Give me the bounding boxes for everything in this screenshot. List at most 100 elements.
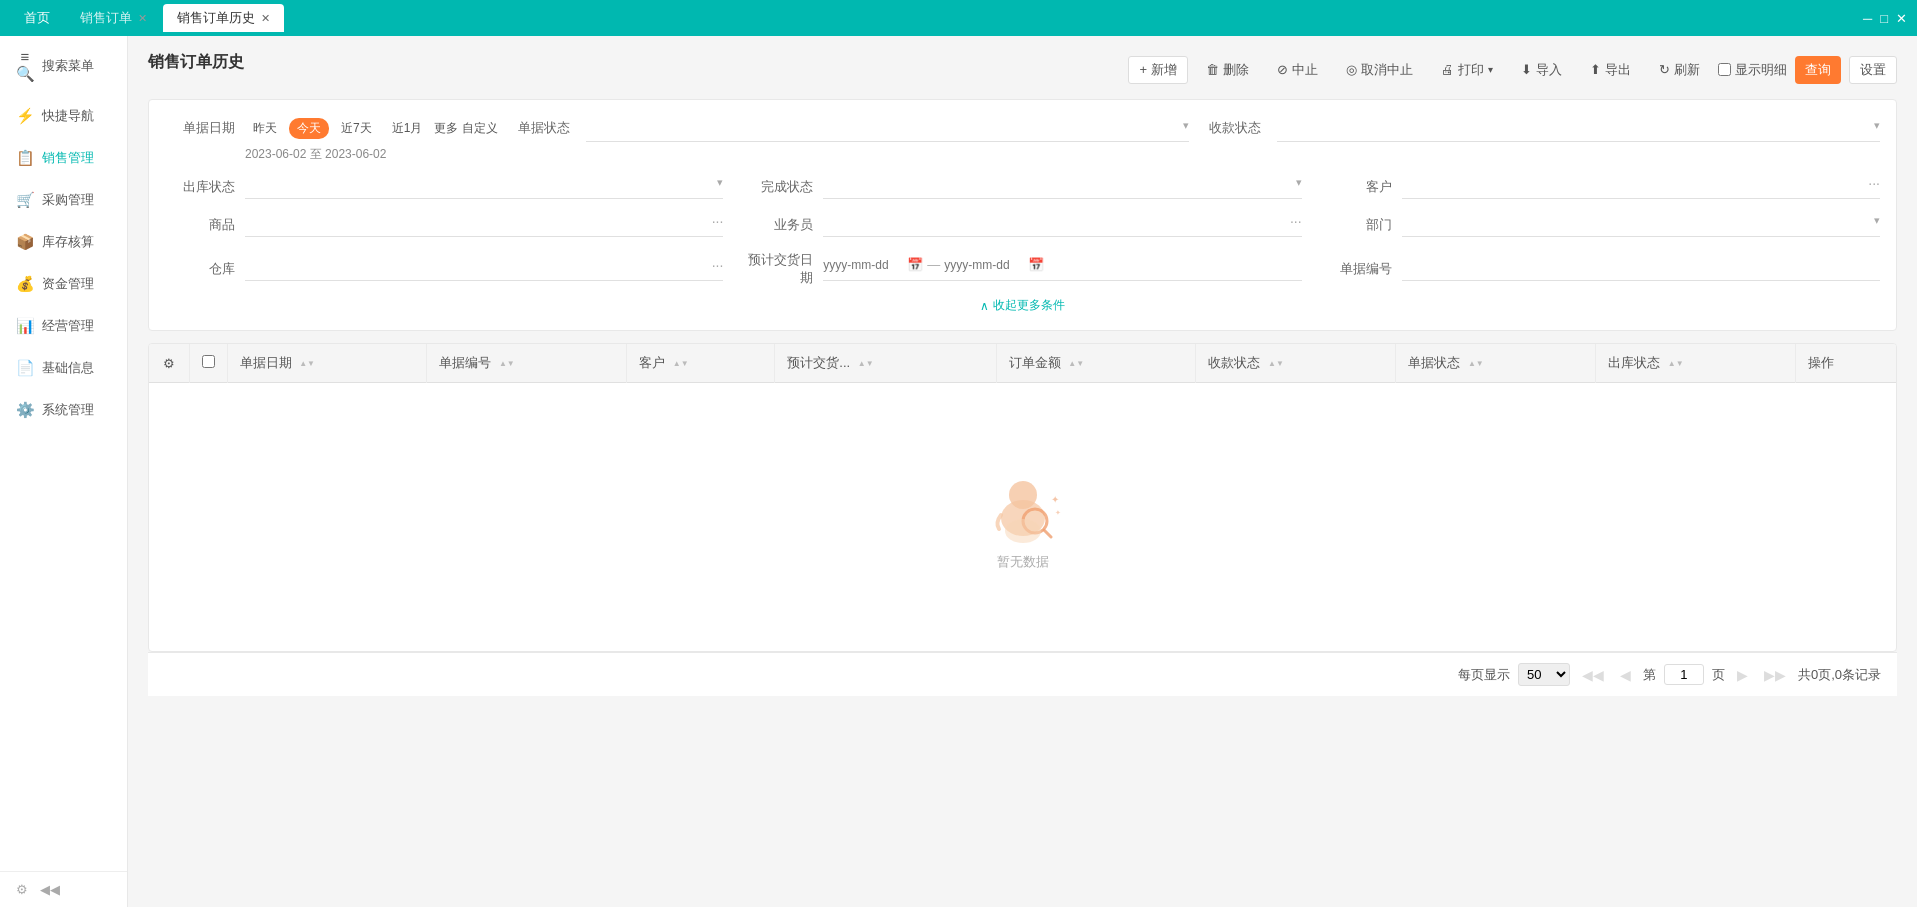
import-button[interactable]: ⬇ 导入 [1511, 56, 1572, 84]
page-input[interactable] [1664, 664, 1704, 685]
product-value[interactable]: ··· [245, 209, 723, 237]
table-body: ✦ ✦ 暂无数据 [149, 383, 1896, 652]
sidebar-collapse-icon[interactable]: ◀◀ [40, 882, 60, 897]
th-number[interactable]: 单据编号 ▲▼ [427, 344, 627, 383]
new-button[interactable]: + 新增 [1128, 56, 1188, 84]
warehouse-value[interactable]: ··· [245, 253, 723, 281]
order-number-label: 单据编号 [1322, 256, 1402, 278]
delivery-status-dropdown-icon: ▾ [717, 176, 723, 189]
sidebar-item-base-info[interactable]: 📄 基础信息 [0, 347, 127, 389]
sidebar-item-search[interactable]: ≡🔍 搜索菜单 [0, 36, 127, 95]
query-button[interactable]: 查询 [1795, 56, 1841, 84]
delivery-status-value[interactable]: ▾ [245, 171, 723, 199]
customer-value[interactable]: ··· [1402, 171, 1880, 199]
sidebar-item-system[interactable]: ⚙️ 系统管理 [0, 389, 127, 431]
expected-date-end[interactable] [944, 258, 1024, 272]
stop-button[interactable]: ⊘ 中止 [1267, 56, 1328, 84]
settings-button[interactable]: 设置 [1849, 56, 1897, 84]
th-order-status[interactable]: 单据状态 ▲▼ [1396, 344, 1596, 383]
expected-date-sort-icon: ▲▼ [858, 359, 874, 368]
minimize-icon[interactable]: ─ [1863, 11, 1872, 26]
order-status-value[interactable]: ▾ [586, 114, 1189, 142]
th-settings[interactable]: ⚙ [149, 344, 189, 383]
display-checkbox[interactable] [1718, 63, 1731, 76]
order-number-value[interactable] [1402, 253, 1880, 281]
delete-icon: 🗑 [1206, 62, 1219, 77]
calendar-end-icon[interactable]: 📅 [1028, 257, 1044, 272]
salesperson-value[interactable]: ··· [823, 209, 1301, 237]
complete-status-dropdown-icon: ▾ [1296, 176, 1302, 189]
close-sales-order-tab[interactable]: ✕ [138, 12, 147, 25]
warehouse-label: 仓库 [165, 256, 245, 278]
cancel-stop-button[interactable]: ◎ 取消中止 [1336, 56, 1423, 84]
export-button[interactable]: ⬆ 导出 [1580, 56, 1641, 84]
first-page-button[interactable]: ◀◀ [1578, 665, 1608, 685]
complete-status-value[interactable]: ▾ [823, 171, 1301, 199]
last-page-button[interactable]: ▶▶ [1760, 665, 1790, 685]
column-settings-icon[interactable]: ⚙ [163, 356, 175, 371]
date-yesterday[interactable]: 昨天 [245, 118, 285, 139]
warehouse-ellipsis-icon[interactable]: ··· [712, 257, 724, 273]
inventory-icon: 📦 [16, 233, 34, 251]
date-custom[interactable]: 自定义 [462, 120, 498, 137]
maximize-icon[interactable]: □ [1880, 11, 1888, 26]
payment-status-dropdown-icon: ▾ [1874, 119, 1880, 132]
content-area: 销售订单历史 + 新增 🗑 🗑 删除 删除 ⊘ 中止 ◎ 取消中止 [128, 36, 1917, 907]
prev-page-button[interactable]: ◀ [1616, 665, 1635, 685]
expected-date-start[interactable] [823, 258, 903, 272]
date-more[interactable]: 更多 [434, 120, 458, 137]
th-expected-date[interactable]: 预计交货... ▲▼ [775, 344, 996, 383]
display-toggle[interactable]: 显示明细 [1718, 61, 1787, 79]
calendar-start-icon[interactable]: 📅 [907, 257, 923, 272]
sidebar-item-finance[interactable]: 💰 资金管理 [0, 263, 127, 305]
collapse-bar[interactable]: ∧ 收起更多条件 [165, 293, 1880, 316]
sidebar-settings-icon[interactable]: ⚙ [16, 882, 28, 897]
department-value[interactable]: ▾ [1402, 209, 1880, 237]
close-window-icon[interactable]: ✕ [1896, 11, 1907, 26]
quick-nav-icon: ⚡ [16, 107, 34, 125]
date-today[interactable]: 今天 [289, 118, 329, 139]
date-filter-options: 昨天 今天 近7天 近1月 更多 自定义 [245, 118, 498, 139]
sidebar-item-quick-nav[interactable]: ⚡ 快捷导航 [0, 95, 127, 137]
tab-sales-order[interactable]: 销售订单 ✕ [66, 4, 161, 32]
sidebar-bottom: ⚙ ◀◀ [0, 871, 127, 907]
refresh-button[interactable]: ↻ 刷新 [1649, 56, 1710, 84]
customer-ellipsis-icon[interactable]: ··· [1868, 175, 1880, 191]
per-page-select[interactable]: 50 10 20 100 [1518, 663, 1570, 686]
base-info-icon: 📄 [16, 359, 34, 377]
product-ellipsis-icon[interactable]: ··· [712, 213, 724, 229]
sidebar-item-sales[interactable]: 📋 销售管理 [0, 137, 127, 179]
next-page-button[interactable]: ▶ [1733, 665, 1752, 685]
sidebar-item-purchase[interactable]: 🛒 采购管理 [0, 179, 127, 221]
print-button[interactable]: 🖨 打印 ▾ [1431, 56, 1503, 84]
export-icon: ⬆ [1590, 62, 1601, 77]
finance-icon: 💰 [16, 275, 34, 293]
complete-status-filter: 完成状态 ▾ [743, 171, 1301, 199]
data-table: ⚙ 单据日期 ▲▼ 单据编号 ▲▼ [149, 344, 1896, 651]
date-last1m[interactable]: 近1月 [384, 118, 431, 139]
delivery-status-label: 出库状态 [165, 174, 245, 196]
sidebar-item-operations[interactable]: 📊 经营管理 [0, 305, 127, 347]
complete-status-label: 完成状态 [743, 174, 823, 196]
th-amount[interactable]: 订单金额 ▲▼ [996, 344, 1196, 383]
select-all-checkbox[interactable] [202, 355, 215, 368]
payment-status-value[interactable]: ▾ [1277, 114, 1880, 142]
order-number-filter: 单据编号 [1322, 247, 1880, 287]
collapse-icon: ∧ [980, 299, 989, 313]
sidebar-item-inventory[interactable]: 📦 库存核算 [0, 221, 127, 263]
product-filter: 商品 ··· [165, 209, 723, 237]
date-last7[interactable]: 近7天 [333, 118, 380, 139]
close-history-tab[interactable]: ✕ [261, 12, 270, 25]
th-date[interactable]: 单据日期 ▲▼ [227, 344, 427, 383]
print-dropdown-icon: ▾ [1488, 64, 1493, 75]
delete-button[interactable]: 🗑 🗑 删除 删除 [1196, 56, 1259, 84]
th-payment-status[interactable]: 收款状态 ▲▼ [1196, 344, 1396, 383]
order-status-filter: 单据状态 ▾ [518, 114, 1189, 142]
expected-date-label: 预计交货日期 [743, 247, 823, 287]
tab-home[interactable]: 首页 [10, 4, 64, 32]
th-customer[interactable]: 客户 ▲▼ [627, 344, 775, 383]
salesperson-ellipsis-icon[interactable]: ··· [1290, 213, 1302, 229]
th-delivery-status[interactable]: 出库状态 ▲▼ [1596, 344, 1796, 383]
tab-sales-order-history[interactable]: 销售订单历史 ✕ [163, 4, 284, 32]
th-checkbox[interactable] [189, 344, 227, 383]
